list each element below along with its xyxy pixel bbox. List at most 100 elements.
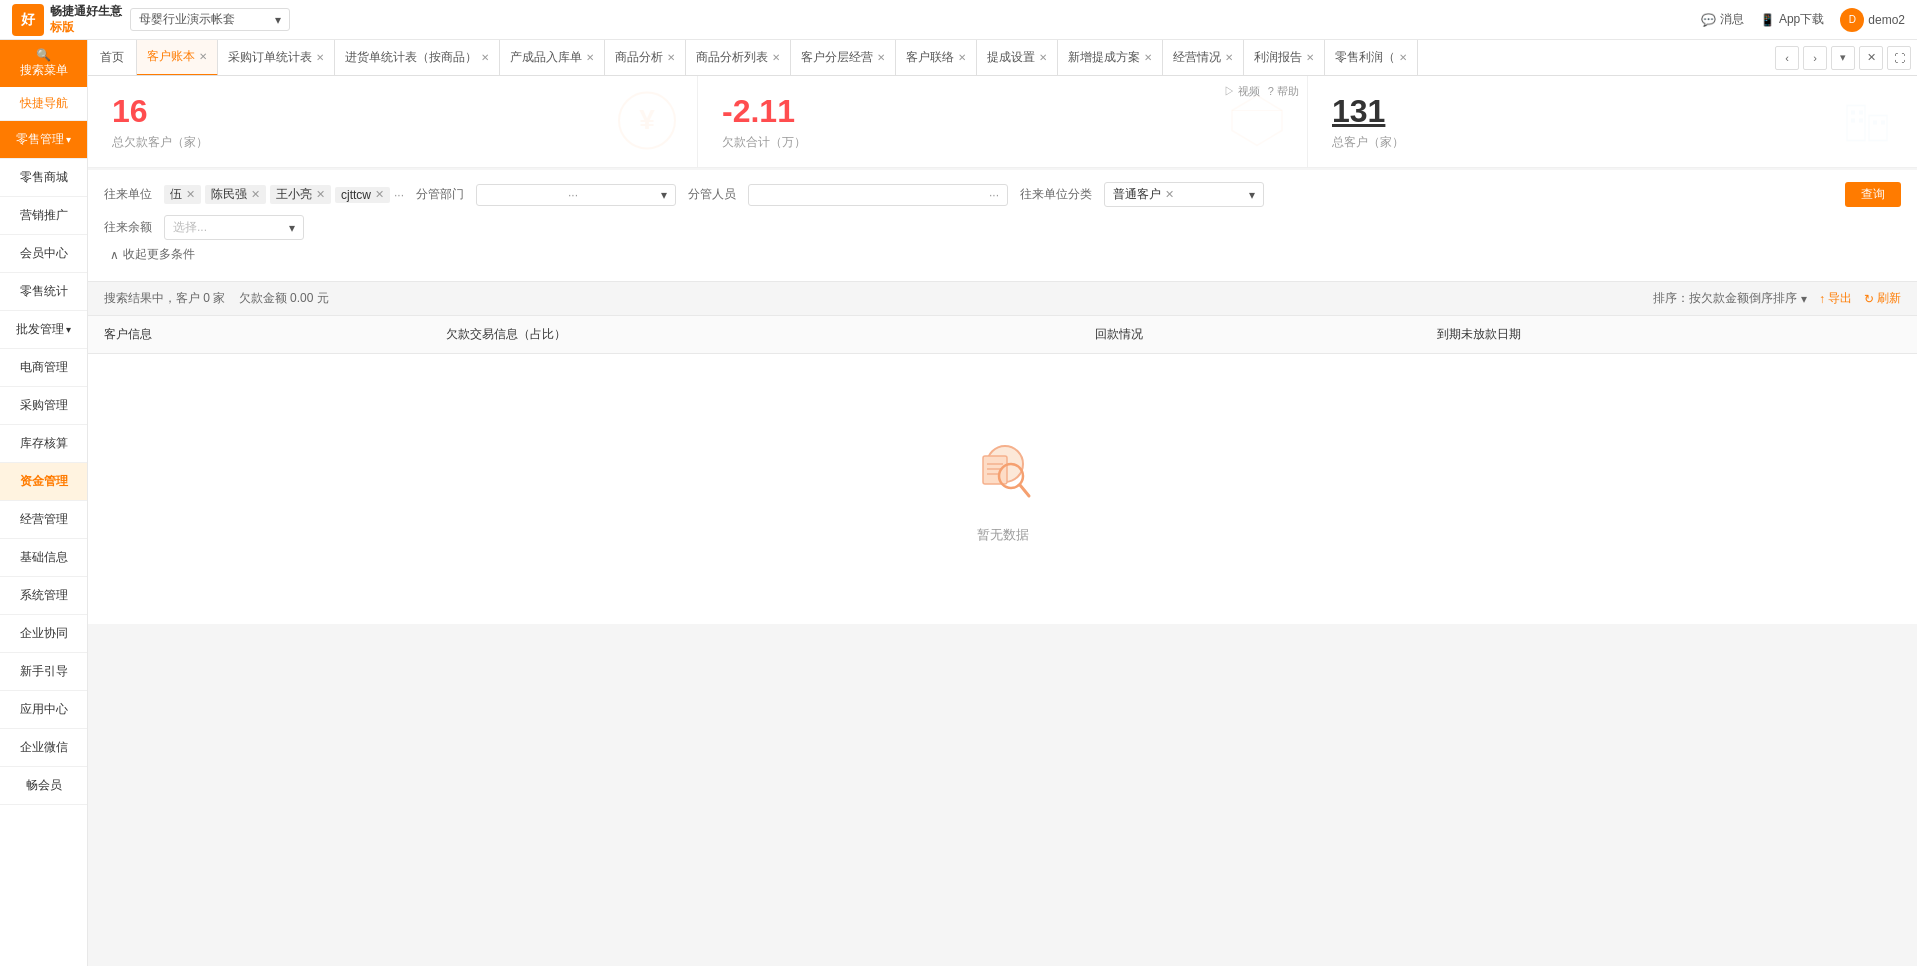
tab-close-seg[interactable]: ✕	[877, 52, 885, 63]
export-icon: ↑	[1819, 292, 1825, 306]
unit-tag-cj: cjttcw ✕	[335, 187, 390, 203]
result-bar: 搜索结果中，客户 0 家 欠款金额 0.00 元 排序：按欠款金额倒序排序 ▾ …	[88, 282, 1917, 316]
tab-profit[interactable]: 利润报告 ✕	[1244, 40, 1325, 76]
sidebar-item-app-center[interactable]: 应用中心	[0, 691, 87, 729]
filter-row-2: 往来余额 选择... ▾	[104, 215, 1901, 240]
dept-select[interactable]: ··· ▾	[476, 184, 676, 206]
unit-filter-label: 往来单位	[104, 186, 152, 203]
tab-close-inbound[interactable]: ✕	[481, 52, 489, 63]
tab-cost-inbound[interactable]: 产成品入库单 ✕	[500, 40, 605, 76]
user-menu-btn[interactable]: D demo2	[1840, 8, 1905, 32]
svg-rect-5	[1869, 115, 1887, 140]
svg-rect-8	[1851, 118, 1855, 122]
unit-tag-chen: 陈民强 ✕	[205, 185, 266, 204]
tab-product-list[interactable]: 商品分析列表 ✕	[686, 40, 791, 76]
refresh-btn[interactable]: ↻ 刷新	[1864, 290, 1901, 307]
tab-purchase-order[interactable]: 采购订单统计表 ✕	[218, 40, 335, 76]
svg-text:¥: ¥	[639, 103, 655, 134]
sidebar-item-retail-mgmt[interactable]: 零售管理 ▾	[0, 121, 87, 159]
sidebar-item-finance[interactable]: 资金管理	[0, 463, 87, 501]
sidebar-item-enterprise[interactable]: 企业协同	[0, 615, 87, 653]
tab-close-ops[interactable]: ✕	[1225, 52, 1233, 63]
col-customer-info: 客户信息	[88, 316, 430, 354]
sidebar-item-member[interactable]: 会员中心	[0, 235, 87, 273]
tab-home[interactable]: 首页	[88, 40, 137, 76]
person-filter-label: 分管人员	[688, 186, 736, 203]
empty-text: 暂无数据	[977, 526, 1029, 544]
sidebar-item-ops[interactable]: 经营管理	[0, 501, 87, 539]
tab-close-purchase-order[interactable]: ✕	[316, 52, 324, 63]
data-table: 客户信息 欠款交易信息（占比） 回款情况 到期未放款日期	[88, 316, 1917, 354]
tab-inbound-stat[interactable]: 进货单统计表（按商品） ✕	[335, 40, 500, 76]
empty-state: 暂无数据	[88, 354, 1917, 624]
sidebar-item-wholesale[interactable]: 批发管理 ▾	[0, 311, 87, 349]
sidebar-item-inventory[interactable]: 库存核算	[0, 425, 87, 463]
tab-list-btn[interactable]: ▾	[1831, 46, 1855, 70]
stat-credit-customers-label: 总欠款客户（家）	[112, 134, 208, 151]
unit-tag-wu-remove[interactable]: ✕	[186, 188, 195, 201]
tab-customer-seg[interactable]: 客户分层经营 ✕	[791, 40, 896, 76]
tab-product-analysis[interactable]: 商品分析 ✕	[605, 40, 686, 76]
tab-promotion-settings[interactable]: 提成设置 ✕	[977, 40, 1058, 76]
unit-class-tag-remove[interactable]: ✕	[1165, 188, 1174, 201]
stat-credit-amount-value: -2.11	[722, 92, 795, 130]
tab-close-customer-book[interactable]: ✕	[199, 51, 207, 62]
tab-close-new-promo[interactable]: ✕	[1144, 52, 1152, 63]
sidebar-item-base-info[interactable]: 基础信息	[0, 539, 87, 577]
query-button[interactable]: 查询	[1845, 182, 1901, 207]
sidebar-item-ecommerce[interactable]: 电商管理	[0, 349, 87, 387]
balance-select[interactable]: 选择... ▾	[164, 215, 304, 240]
tab-close-contact[interactable]: ✕	[958, 52, 966, 63]
sidebar-item-vip[interactable]: 畅会员	[0, 767, 87, 805]
tab-next-btn[interactable]: ›	[1803, 46, 1827, 70]
tab-prev-btn[interactable]: ‹	[1775, 46, 1799, 70]
tab-new-promotion[interactable]: 新增提成方案 ✕	[1058, 40, 1163, 76]
tab-close-product[interactable]: ✕	[667, 52, 675, 63]
sort-select[interactable]: 排序：按欠款金额倒序排序 ▾	[1653, 290, 1807, 307]
export-btn[interactable]: ↑ 导出	[1819, 290, 1852, 307]
unit-tag-chen-remove[interactable]: ✕	[251, 188, 260, 201]
video-link[interactable]: ▷ 视频	[1224, 84, 1260, 99]
unit-tag-cj-remove[interactable]: ✕	[375, 188, 384, 201]
sidebar-item-retail-shop[interactable]: 零售商城	[0, 159, 87, 197]
balance-chevron: ▾	[289, 221, 295, 235]
tab-close-profit[interactable]: ✕	[1306, 52, 1314, 63]
unit-class-select[interactable]: 普通客户 ✕ ▾	[1104, 182, 1264, 207]
tab-customer-book[interactable]: 客户账本 ✕	[137, 40, 218, 76]
tab-close-product-list[interactable]: ✕	[772, 52, 780, 63]
tab-retail-profit[interactable]: 零售利润（ ✕	[1325, 40, 1418, 76]
sidebar-item-retail-stat[interactable]: 零售统计	[0, 273, 87, 311]
quick-nav[interactable]: 快捷导航	[0, 87, 87, 121]
app-download-btn[interactable]: 📱 App下载	[1760, 11, 1824, 28]
svg-line-18	[1020, 485, 1029, 496]
sidebar-item-purchase[interactable]: 采购管理	[0, 387, 87, 425]
stat-card-total-customers: 131 总客户（家）	[1308, 76, 1917, 167]
logo-area: 好 畅捷通好生意 标版	[12, 4, 122, 36]
person-select-more: ···	[989, 188, 999, 202]
svg-rect-9	[1859, 118, 1863, 122]
unit-tags-more[interactable]: ···	[394, 188, 404, 202]
help-link[interactable]: ? 帮助	[1268, 84, 1299, 99]
stat-card-credit-amount: -2.11 欠款合计（万） ▷ 视频 ?	[698, 76, 1308, 167]
stat-total-customers-value: 131	[1332, 92, 1385, 130]
unit-class-filter-label: 往来单位分类	[1020, 186, 1092, 203]
tab-fullscreen-btn[interactable]: ⛶	[1887, 46, 1911, 70]
person-select[interactable]: ···	[748, 184, 1008, 206]
collapse-btn[interactable]: ∧ 收起更多条件	[104, 240, 1901, 269]
sidebar-item-marketing[interactable]: 营销推广	[0, 197, 87, 235]
tab-bar: 首页 客户账本 ✕ 采购订单统计表 ✕ 进货单统计表（按商品） ✕ 产成品入库单…	[88, 40, 1917, 76]
unit-tag-wang-remove[interactable]: ✕	[316, 188, 325, 201]
org-selector[interactable]: 母婴行业演示帐套 ▾	[130, 8, 290, 31]
tab-close-cost[interactable]: ✕	[586, 52, 594, 63]
tab-close-all-btn[interactable]: ✕	[1859, 46, 1883, 70]
message-btn[interactable]: 💬 消息	[1701, 11, 1744, 28]
tab-customer-contact[interactable]: 客户联络 ✕	[896, 40, 977, 76]
tab-close-retail[interactable]: ✕	[1399, 52, 1407, 63]
tab-ops-status[interactable]: 经营情况 ✕	[1163, 40, 1244, 76]
svg-marker-2	[1232, 95, 1282, 145]
sidebar-item-wechat[interactable]: 企业微信	[0, 729, 87, 767]
tab-close-promotion[interactable]: ✕	[1039, 52, 1047, 63]
sidebar-item-sys[interactable]: 系统管理	[0, 577, 87, 615]
sidebar-item-newbie[interactable]: 新手引导	[0, 653, 87, 691]
sidebar-search[interactable]: 🔍 搜索菜单	[0, 40, 87, 87]
